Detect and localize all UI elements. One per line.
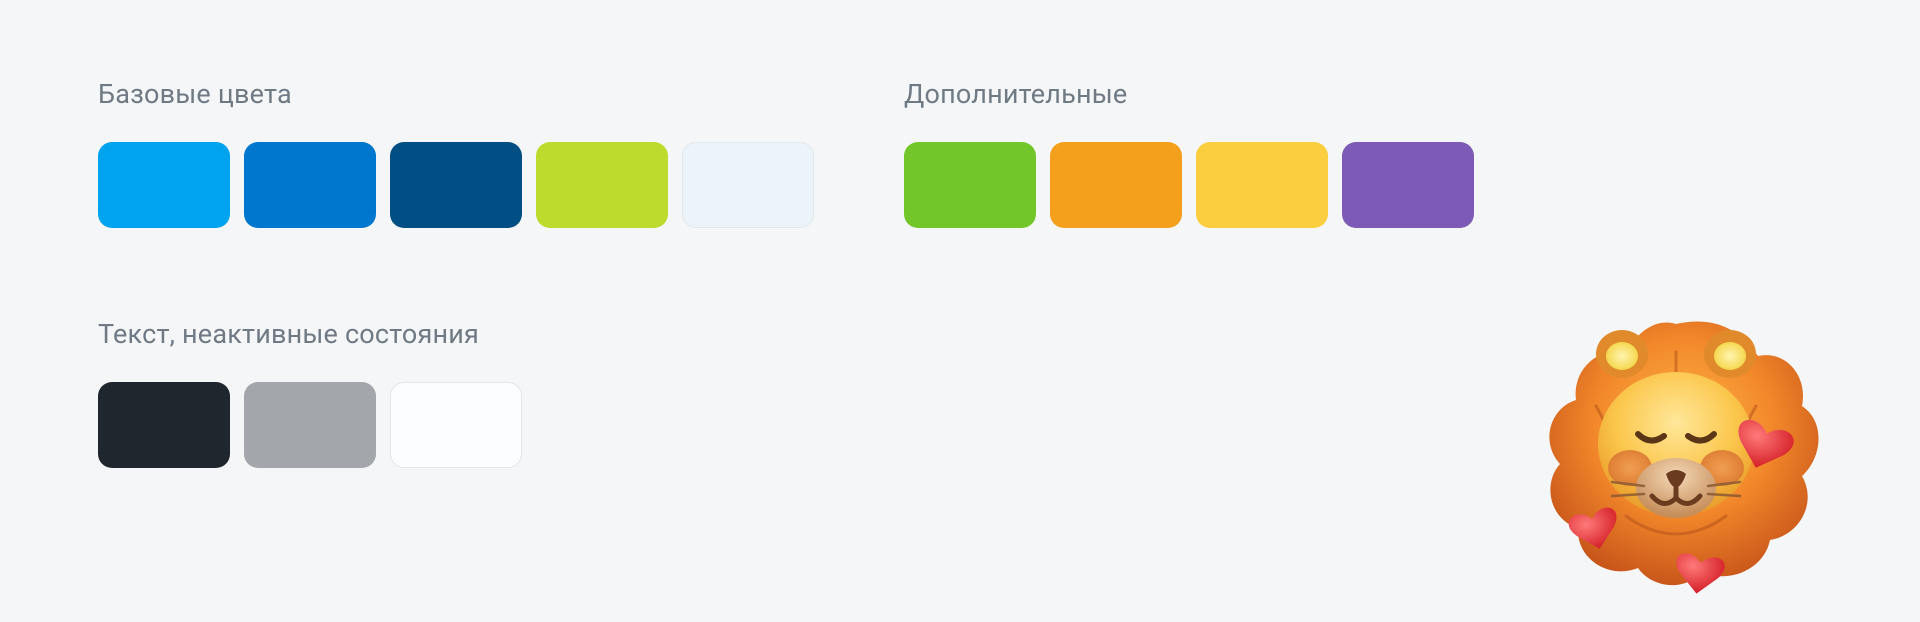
swatch-blue-primary: [98, 142, 230, 228]
swatch-blue-900: [390, 142, 522, 228]
swatch-row-text: [98, 382, 522, 468]
swatch-orange: [1050, 142, 1182, 228]
swatch-row-base: [98, 142, 814, 228]
group-base-colors: Базовые цвета: [98, 78, 814, 228]
group-text-colors: Текст, неактивные состояния: [98, 318, 522, 468]
swatch-pale-blue: [682, 142, 814, 228]
group-extra-colors: Дополнительные: [904, 78, 1474, 228]
swatch-slate-900: [98, 382, 230, 468]
swatch-lime: [536, 142, 668, 228]
palette-row-1: Базовые цвета Дополнительные: [98, 78, 1822, 228]
group-title-text: Текст, неактивные состояния: [98, 318, 522, 350]
swatch-white: [390, 382, 522, 468]
swatch-row-extra: [904, 142, 1474, 228]
group-title-extra: Дополнительные: [904, 78, 1474, 110]
swatch-yellow: [1196, 142, 1328, 228]
swatch-blue-600: [244, 142, 376, 228]
swatch-green: [904, 142, 1036, 228]
swatch-gray-400: [244, 382, 376, 468]
group-title-base: Базовые цвета: [98, 78, 814, 110]
lion-mascot-icon: [1526, 296, 1826, 596]
swatch-purple: [1342, 142, 1474, 228]
